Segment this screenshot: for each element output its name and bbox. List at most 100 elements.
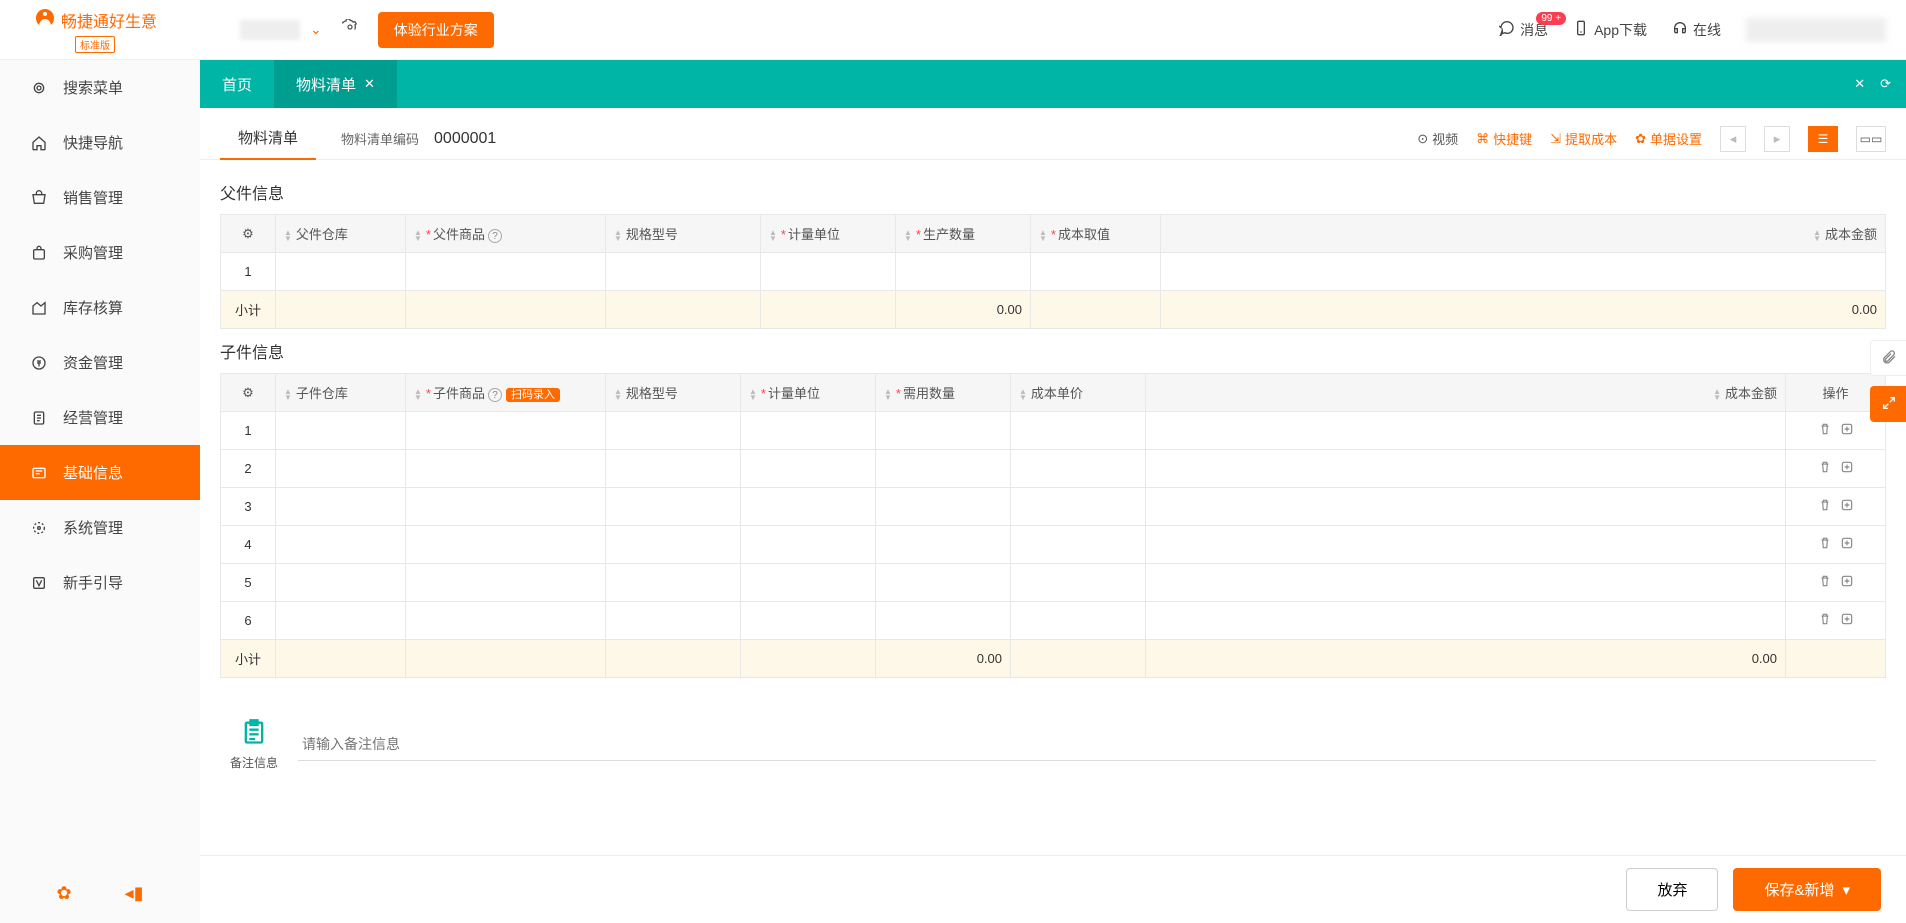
tab-material-list[interactable]: 物料清单 ✕ <box>274 60 397 108</box>
subheader: 物料清单 物料清单编码 0000001 ⊙ 视频 ⌘ 快捷键 ⇲ 提取成本 ✿ <box>200 108 1906 160</box>
add-row-icon[interactable] <box>1840 614 1854 629</box>
delete-row-icon[interactable] <box>1818 500 1832 515</box>
add-row-icon[interactable] <box>1840 424 1854 439</box>
collapse-sidebar-icon[interactable]: ◂▮ <box>125 883 144 904</box>
sidebar-item-search-menu[interactable]: 搜索菜单 <box>0 60 200 115</box>
col-gear[interactable]: ⚙ <box>221 374 276 412</box>
experience-solution-button[interactable]: 体验行业方案 <box>378 12 494 48</box>
settings-icon[interactable]: ✿ <box>56 883 71 904</box>
col-qty[interactable]: ▲▼*生产数量 <box>896 215 1031 253</box>
settings-gear-button[interactable] <box>342 19 358 40</box>
subtotal-qty: 0.00 <box>896 291 1031 329</box>
table-row[interactable]: 4 <box>221 526 1886 564</box>
add-row-icon[interactable] <box>1840 538 1854 553</box>
info-icon[interactable]: ? <box>488 229 502 243</box>
user-area-redacted <box>1746 18 1886 42</box>
sidebar-item-quick-nav[interactable]: 快捷导航 <box>0 115 200 170</box>
sidebar-item-label: 库存核算 <box>63 297 123 318</box>
table-row[interactable]: 2 <box>221 450 1886 488</box>
play-icon: ⊙ <box>1417 131 1428 147</box>
col-gear[interactable]: ⚙ <box>221 215 276 253</box>
col-parent-product[interactable]: ▲▼*父件商品? <box>406 215 606 253</box>
col-cost-method[interactable]: ▲▼*成本取值 <box>1031 215 1161 253</box>
close-icon[interactable]: ✕ <box>364 76 375 92</box>
add-row-icon[interactable] <box>1840 576 1854 591</box>
shortcut-action[interactable]: ⌘ 快捷键 <box>1476 129 1532 148</box>
parent-subtotal-row: 小计 0.00 0.00 <box>221 291 1886 329</box>
table-row[interactable]: 6 <box>221 602 1886 640</box>
row-number: 1 <box>221 412 276 450</box>
add-row-icon[interactable] <box>1840 462 1854 477</box>
tab-home[interactable]: 首页 <box>200 60 274 108</box>
remark-input[interactable] <box>298 728 1876 761</box>
extract-cost-action[interactable]: ⇲ 提取成本 <box>1550 129 1617 148</box>
sidebar-item-purchase[interactable]: 采购管理 <box>0 225 200 280</box>
close-all-tabs-icon[interactable]: ✕ <box>1854 76 1865 92</box>
next-doc-button[interactable]: ▸ <box>1764 126 1790 152</box>
sidebar-item-inventory[interactable]: 库存核算 <box>0 280 200 335</box>
prev-doc-button[interactable]: ◂ <box>1720 126 1746 152</box>
view-card-button[interactable]: ▭▭ <box>1856 126 1886 152</box>
tab-bar: 首页 物料清单 ✕ ✕ ⟳ <box>200 60 1906 108</box>
col-unit[interactable]: ▲▼*计量单位 <box>761 215 896 253</box>
table-row[interactable]: 1 <box>221 412 1886 450</box>
delete-row-icon[interactable] <box>1818 424 1832 439</box>
child-section-title: 子件信息 <box>220 329 1886 373</box>
col-unit-cost[interactable]: ▲▼成本单价 <box>1011 374 1146 412</box>
subtotal-label: 小计 <box>221 291 276 329</box>
sidebar-item-label: 资金管理 <box>63 352 123 373</box>
col-spec[interactable]: ▲▼规格型号 <box>606 215 761 253</box>
sidebar-item-basic-info[interactable]: 基础信息 <box>0 445 200 500</box>
col-required-qty[interactable]: ▲▼*需用数量 <box>876 374 1011 412</box>
remark-block: 备注信息 <box>220 703 1886 786</box>
scan-code-badge[interactable]: 扫码录入 <box>506 388 560 402</box>
messages-button[interactable]: 消息 99 + <box>1499 20 1548 40</box>
expand-icon <box>1881 395 1897 414</box>
quick-rail <box>1870 340 1906 422</box>
row-operations <box>1786 564 1886 602</box>
table-row[interactable]: 5 <box>221 564 1886 602</box>
edition-badge: 标准版 <box>75 36 115 53</box>
delete-row-icon[interactable] <box>1818 614 1832 629</box>
col-cost-amount[interactable]: ▲▼成本金额 <box>1146 374 1786 412</box>
table-row[interactable]: 1 <box>221 253 1886 291</box>
expand-rail-button[interactable] <box>1870 386 1906 422</box>
main-panel: 父件信息 ⚙ ▲▼父件仓库 ▲▼*父件商品? ▲▼规格型号 ▲▼*计量单位 ▲▼… <box>200 160 1906 855</box>
row-number: 3 <box>221 488 276 526</box>
col-child-product[interactable]: ▲▼*子件商品?扫码录入 <box>406 374 606 412</box>
discard-button[interactable]: 放弃 <box>1626 868 1718 911</box>
sidebar-item-label: 快捷导航 <box>63 132 123 153</box>
sidebar-item-biz[interactable]: 经营管理 <box>0 390 200 445</box>
delete-row-icon[interactable] <box>1818 576 1832 591</box>
sidebar-item-sales[interactable]: 销售管理 <box>0 170 200 225</box>
info-icon[interactable]: ? <box>488 388 502 402</box>
add-row-icon[interactable] <box>1840 500 1854 515</box>
view-list-button[interactable]: ☰ <box>1808 126 1838 152</box>
attachment-rail-button[interactable] <box>1870 340 1906 376</box>
online-support-button[interactable]: 在线 <box>1672 20 1721 40</box>
col-child-warehouse[interactable]: ▲▼子件仓库 <box>276 374 406 412</box>
video-label: 视频 <box>1432 129 1458 148</box>
money-icon <box>30 354 48 372</box>
refresh-icon[interactable]: ⟳ <box>1880 76 1891 92</box>
sidebar-item-system[interactable]: 系统管理 <box>0 500 200 555</box>
video-action[interactable]: ⊙ 视频 <box>1417 129 1458 148</box>
org-dropdown[interactable]: ⌄ <box>240 20 322 40</box>
table-row[interactable]: 3 <box>221 488 1886 526</box>
doc-tab-material-list[interactable]: 物料清单 <box>220 117 316 160</box>
col-parent-warehouse[interactable]: ▲▼父件仓库 <box>276 215 406 253</box>
delete-row-icon[interactable] <box>1818 462 1832 477</box>
col-cost-amount[interactable]: ▲▼成本金额 <box>1161 215 1886 253</box>
delete-row-icon[interactable] <box>1818 538 1832 553</box>
row-operations <box>1786 450 1886 488</box>
sidebar-item-funds[interactable]: 资金管理 <box>0 335 200 390</box>
app-download-button[interactable]: App下载 <box>1573 20 1647 40</box>
save-and-new-button[interactable]: 保存&新增 ▾ <box>1733 868 1881 911</box>
col-unit[interactable]: ▲▼*计量单位 <box>741 374 876 412</box>
row-number: 1 <box>221 253 276 291</box>
sidebar-item-newbie[interactable]: 新手引导 <box>0 555 200 610</box>
col-spec[interactable]: ▲▼规格型号 <box>606 374 741 412</box>
top-header: 畅捷通好生意 标准版 ⌄ 体验行业方案 消息 99 + App下载 在 <box>0 0 1906 60</box>
doc-settings-action[interactable]: ✿ 单据设置 <box>1635 129 1702 148</box>
gear-dashed-icon <box>30 519 48 537</box>
